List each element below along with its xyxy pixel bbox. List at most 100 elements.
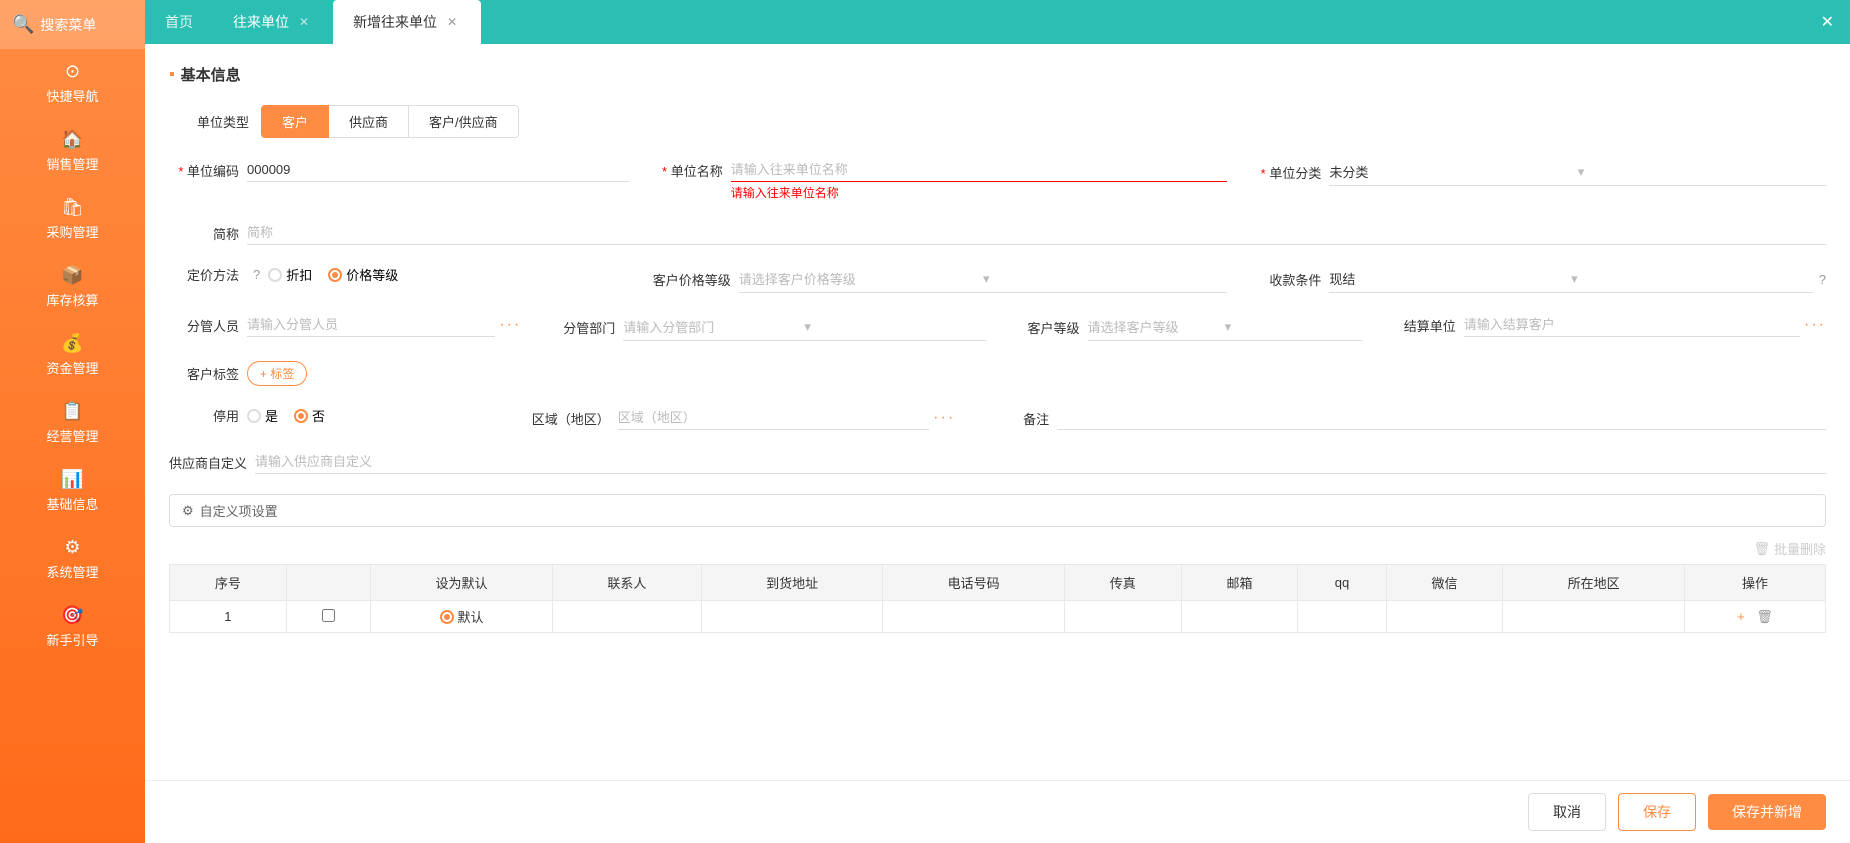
sidebar-item-label: 新手引导: [46, 630, 98, 649]
payment-terms-help[interactable]: ?: [1819, 272, 1826, 287]
tab-new-counterpart[interactable]: 新增往来单位 ✕: [333, 0, 481, 44]
sidebar-item-label: 基础信息: [46, 494, 98, 513]
no-label: 否: [312, 406, 325, 425]
sidebar-item-purchase[interactable]: 🛍 采购管理: [0, 185, 145, 253]
supplier-custom-label: 供应商自定义: [169, 453, 247, 472]
col-email: 邮箱: [1181, 565, 1298, 601]
payment-terms-label: 收款条件: [1251, 270, 1321, 289]
field-tags: 客户标签 + 标签: [169, 361, 1826, 386]
table-row: 1 默认: [170, 601, 1826, 633]
form-row-tags: 客户标签 + 标签: [169, 361, 1826, 386]
region-more[interactable]: ···: [933, 409, 955, 427]
manager-more[interactable]: ···: [499, 316, 521, 334]
department-placeholder: 请输入分管部门: [623, 317, 804, 336]
col-contact: 联系人: [552, 565, 701, 601]
pricing-radio-level[interactable]: 价格等级: [328, 265, 398, 284]
row-index: 1: [170, 601, 287, 633]
discount-radio-circle: [268, 268, 282, 282]
add-row-btn[interactable]: +: [1737, 609, 1745, 624]
form-row-3: 定价方法 ? 折扣 价格等级 客户价格等级: [169, 265, 1826, 293]
sidebar-item-system[interactable]: ⚙ 系统管理: [0, 525, 145, 593]
default-radio-dot: [444, 614, 450, 620]
sidebar-item-quick-nav[interactable]: ⊙ 快捷导航: [0, 49, 145, 117]
finance-icon: 💰: [61, 333, 83, 354]
remark-input[interactable]: [1057, 406, 1826, 430]
field-unit-code: 单位编码: [169, 158, 629, 182]
basic-info-icon: 📊: [61, 469, 83, 490]
short-name-input[interactable]: [247, 221, 1826, 245]
tab-bar: 首页 往来单位 ✕ 新增往来单位 ✕ ✕: [145, 0, 1850, 44]
tab-home[interactable]: 首页: [145, 0, 213, 44]
customer-price-level-select[interactable]: 请选择客户价格等级 ▾: [739, 265, 1228, 293]
custom-settings-btn[interactable]: ⚙ 自定义项设置: [169, 494, 1826, 527]
customer-level-arrow: ▾: [1225, 319, 1362, 335]
pricing-method-help[interactable]: ?: [253, 267, 260, 282]
manager-input[interactable]: [247, 313, 495, 337]
batch-delete-label[interactable]: 批量删除: [1774, 539, 1826, 558]
department-arrow: ▾: [804, 319, 985, 335]
row-checkbox[interactable]: [286, 601, 370, 633]
main-area: 首页 往来单位 ✕ 新增往来单位 ✕ ✕ ▪ 基本信息 单位类型 客户 供应商 …: [145, 0, 1850, 843]
row-phone: [883, 601, 1064, 633]
no-radio-circle: [294, 409, 308, 423]
custom-settings-label: 自定义项设置: [200, 501, 278, 520]
sidebar-item-label: 搜索菜单: [40, 15, 96, 35]
row-check[interactable]: [322, 609, 335, 622]
payment-terms-select[interactable]: 现结 ▾: [1329, 265, 1812, 293]
add-tag-btn[interactable]: + 标签: [247, 361, 307, 386]
sidebar-item-finance[interactable]: 💰 资金管理: [0, 321, 145, 389]
delete-row-btn[interactable]: 🗑: [1756, 609, 1773, 624]
sidebar-item-basic-info[interactable]: 📊 基础信息: [0, 457, 145, 525]
field-manager: 分管人员 ···: [169, 313, 521, 337]
supplier-custom-input[interactable]: [255, 450, 1826, 474]
customer-level-select[interactable]: 请选择客户等级 ▾: [1088, 313, 1362, 341]
tab-counterpart[interactable]: 往来单位 ✕: [213, 0, 333, 44]
system-icon: ⚙: [64, 537, 80, 558]
row-operation[interactable]: + 🗑: [1684, 601, 1825, 633]
disabled-label: 停用: [169, 406, 239, 425]
purchase-icon: 🛍: [61, 197, 84, 218]
pricing-radio-discount[interactable]: 折扣: [268, 265, 312, 284]
sidebar-item-operations[interactable]: 📋 经营管理: [0, 389, 145, 457]
sidebar-item-sales[interactable]: 🏠 销售管理: [0, 117, 145, 185]
col-index: 序号: [170, 565, 287, 601]
tab-new-counterpart-close[interactable]: ✕: [443, 13, 461, 31]
unit-code-input[interactable]: [247, 158, 629, 182]
tab-bar-close-all[interactable]: ✕: [1805, 12, 1850, 32]
settlement-unit-more[interactable]: ···: [1804, 316, 1826, 334]
sidebar-item-label: 快捷导航: [46, 86, 98, 105]
row-default-radio[interactable]: 默认: [381, 607, 541, 626]
cancel-button[interactable]: 取消: [1528, 793, 1606, 831]
contact-table: 序号 设为默认 联系人 到货地址 电话号码 传真 邮箱 qq 微信 所在地区 操…: [169, 564, 1826, 633]
settlement-unit-input[interactable]: [1464, 313, 1800, 337]
sidebar-item-inventory[interactable]: 📦 库存核算: [0, 253, 145, 321]
region-input[interactable]: [618, 406, 929, 430]
unit-btn-both[interactable]: 客户/供应商: [409, 105, 519, 138]
form-row-1: 单位编码 单位名称 请输入往来单位名称 单位分类 未分类 ▾: [169, 158, 1826, 201]
no-radio-dot: [298, 413, 304, 419]
disabled-radio-no[interactable]: 否: [294, 406, 325, 425]
department-select[interactable]: 请输入分管部门 ▾: [623, 313, 985, 341]
unit-btn-customer[interactable]: 客户: [261, 105, 329, 138]
disabled-radio-yes[interactable]: 是: [247, 406, 278, 425]
unit-name-input[interactable]: [731, 158, 1228, 182]
unit-category-arrow: ▾: [1578, 164, 1826, 180]
save-new-button[interactable]: 保存并新增: [1708, 794, 1826, 830]
sidebar-item-guide[interactable]: 🎯 新手引导: [0, 593, 145, 661]
sidebar-item-search[interactable]: 🔍 搜索菜单: [0, 0, 145, 49]
unit-btn-supplier[interactable]: 供应商: [329, 105, 409, 138]
field-short-name: 简称: [169, 221, 1826, 245]
trash-icon: 🗑: [1753, 541, 1770, 557]
unit-category-select[interactable]: 未分类 ▾: [1329, 158, 1826, 186]
default-label: 默认: [458, 607, 484, 626]
field-unit-name: 单位名称: [653, 158, 1228, 182]
tab-counterpart-close[interactable]: ✕: [295, 13, 313, 31]
field-customer-price-level: 客户价格等级 请选择客户价格等级 ▾: [653, 265, 1228, 293]
col-operation: 操作: [1684, 565, 1825, 601]
field-customer-level: 客户等级 请选择客户等级 ▾: [1010, 313, 1362, 341]
tab-counterpart-label: 往来单位: [233, 12, 289, 32]
unit-name-label: 单位名称: [653, 161, 723, 180]
row-wechat: [1386, 601, 1503, 633]
save-button[interactable]: 保存: [1618, 793, 1696, 831]
payment-terms-value: 现结: [1329, 269, 1571, 288]
